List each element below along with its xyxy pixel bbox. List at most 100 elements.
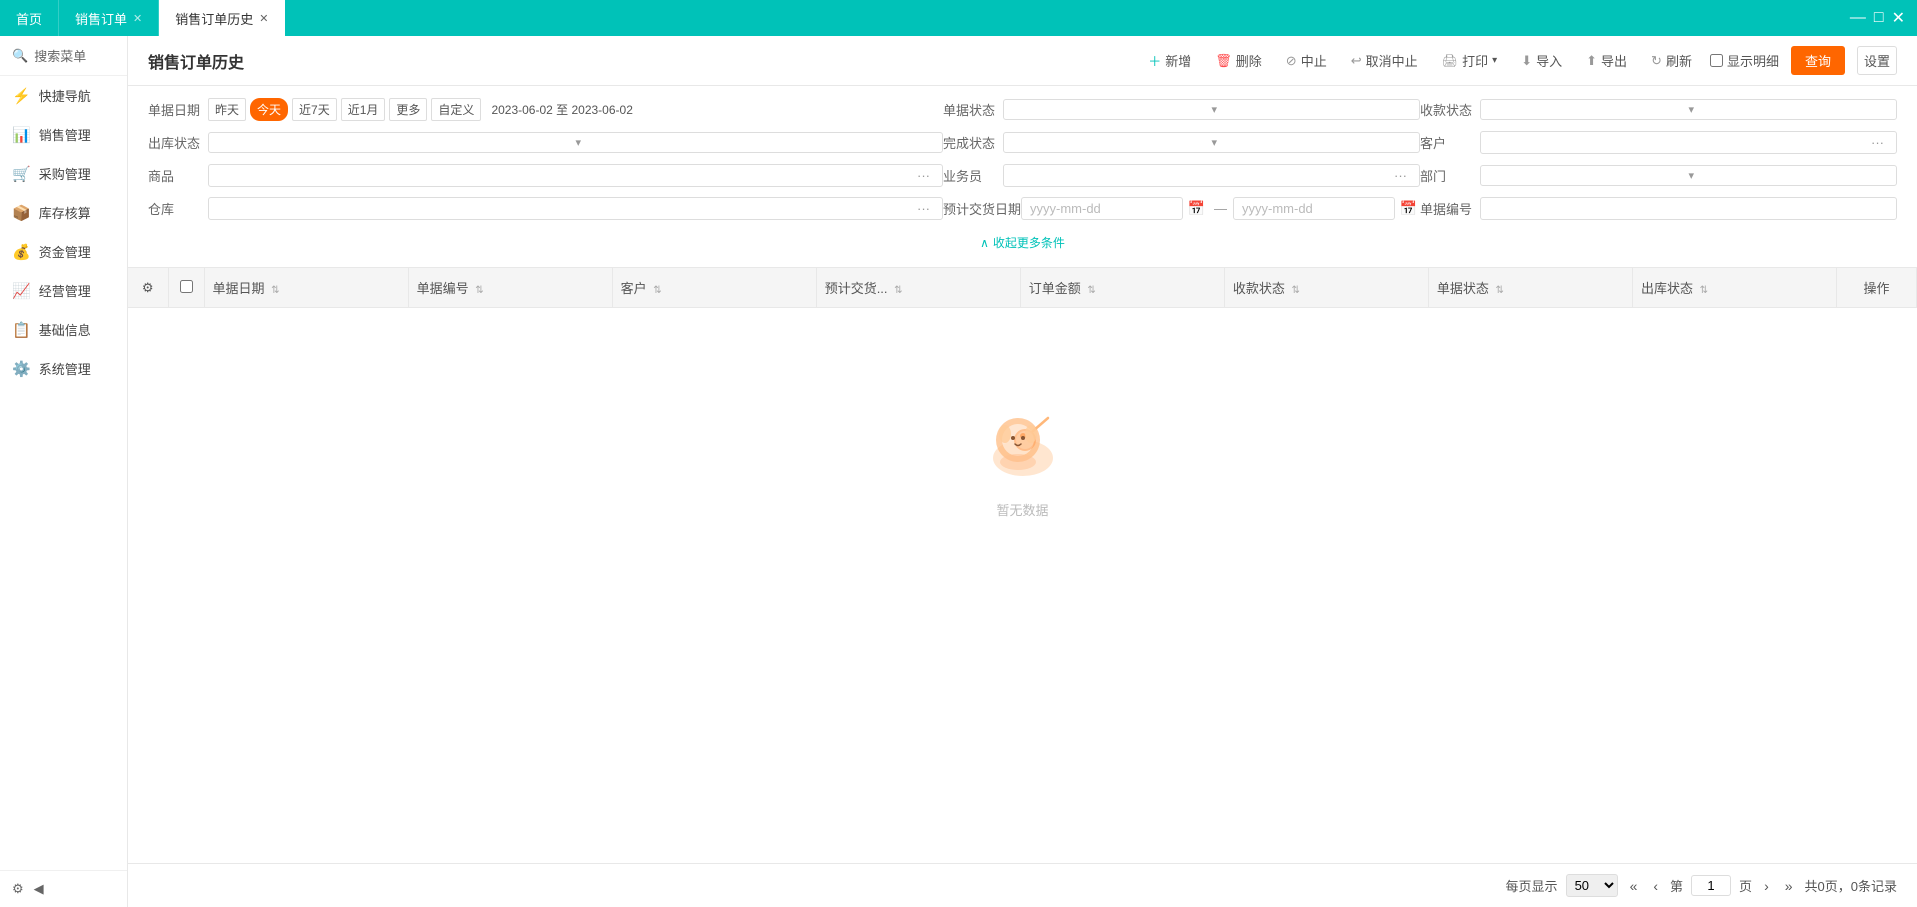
date-btn-yesterday[interactable]: 昨天 <box>208 98 246 121</box>
date-btn-custom[interactable]: 自定义 <box>431 98 481 121</box>
th-out-status[interactable]: 出库状态 ⇅ <box>1632 268 1836 308</box>
display-detail-checkbox[interactable] <box>1710 54 1723 67</box>
sidebar-item-inventory[interactable]: 📦 库存核算 <box>0 193 127 232</box>
staff-more-icon[interactable]: ··· <box>1390 168 1411 183</box>
sidebar-item-basic-info[interactable]: 📋 基础信息 <box>0 310 127 349</box>
date-btn-more[interactable]: 更多 <box>389 98 427 121</box>
th-check[interactable] <box>168 268 204 308</box>
warehouse-more-icon[interactable]: ··· <box>913 201 934 216</box>
add-button[interactable]: ＋ 新增 <box>1142 47 1197 74</box>
filter-pay-status: 收款状态 ▾ <box>1420 99 1897 120</box>
collapse-sidebar-icon[interactable]: ◀ <box>34 881 44 897</box>
goods-more-icon[interactable]: ··· <box>913 168 934 183</box>
goods-input[interactable]: ··· <box>208 164 943 187</box>
date-btn-today[interactable]: 今天 <box>250 98 288 121</box>
sort-pay-status-icon: ⇅ <box>1291 285 1299 296</box>
tab-home[interactable]: 首页 <box>0 0 59 36</box>
settings-icon[interactable]: ⚙ <box>12 881 24 897</box>
th-settings[interactable]: ⚙ <box>128 268 168 308</box>
query-button[interactable]: 查询 <box>1791 46 1845 75</box>
staff-label: 业务员 <box>943 166 1003 185</box>
prev-page-button[interactable]: ‹ <box>1649 876 1662 896</box>
close-icon[interactable]: ✕ <box>259 12 268 25</box>
date-btn-7days[interactable]: 近7天 <box>292 98 337 121</box>
settings-button[interactable]: 设置 <box>1857 46 1897 75</box>
calendar-from-icon[interactable]: 📅 <box>1188 200 1205 217</box>
th-no[interactable]: 单据编号 ⇅ <box>408 268 612 308</box>
sidebar-item-sales-mgmt[interactable]: 📊 销售管理 <box>0 115 127 154</box>
th-doc-status[interactable]: 单据状态 ⇅ <box>1428 268 1632 308</box>
date-filter-label: 单据日期 <box>148 100 208 119</box>
sidebar-item-operations[interactable]: 📈 经营管理 <box>0 271 127 310</box>
calendar-to-icon[interactable]: 📅 <box>1400 200 1417 217</box>
table-settings-icon[interactable]: ⚙ <box>142 280 154 295</box>
staff-field[interactable] <box>1012 168 1390 183</box>
sidebar-item-sys-mgmt[interactable]: ⚙️ 系统管理 <box>0 349 127 388</box>
sidebar-footer: ⚙ ◀ <box>0 870 127 907</box>
stop-button[interactable]: ⊘ 中止 <box>1280 47 1333 74</box>
customer-input[interactable]: ··· <box>1480 131 1897 154</box>
page-size-select[interactable]: 10 20 50 100 <box>1566 874 1618 897</box>
th-delivery-label: 预计交货... <box>825 281 888 296</box>
select-all-checkbox[interactable] <box>180 280 193 293</box>
complete-status-arrow: ▾ <box>1212 136 1412 149</box>
date-btn-1month[interactable]: 近1月 <box>341 98 386 121</box>
next-page-button[interactable]: › <box>1760 876 1773 896</box>
th-amount[interactable]: 订单金额 ⇅ <box>1020 268 1224 308</box>
doc-status-select[interactable]: ▾ <box>1003 99 1420 120</box>
tab-sales-order[interactable]: 销售订单 ✕ <box>59 0 159 36</box>
filter-dept: 部门 ▾ <box>1420 165 1897 186</box>
minimize-button[interactable]: — <box>1850 9 1866 27</box>
out-status-select[interactable]: ▾ <box>208 132 943 153</box>
sort-out-status-icon: ⇅ <box>1700 285 1708 296</box>
close-icon[interactable]: ✕ <box>133 12 142 25</box>
customer-more-icon[interactable]: ··· <box>1867 135 1888 150</box>
delivery-date-to[interactable] <box>1233 197 1395 220</box>
staff-input[interactable]: ··· <box>1003 164 1420 187</box>
collapse-button[interactable]: ∧ 收起更多条件 <box>148 230 1897 255</box>
delete-button[interactable]: 🗑 删除 <box>1209 47 1268 74</box>
complete-status-label: 完成状态 <box>943 133 1003 152</box>
complete-status-select[interactable]: ▾ <box>1003 132 1420 153</box>
goods-field[interactable] <box>217 168 913 183</box>
pay-status-select[interactable]: ▾ <box>1480 99 1897 120</box>
th-op-label: 操作 <box>1863 281 1889 296</box>
sidebar-item-quick-nav[interactable]: ⚡ 快捷导航 <box>0 76 127 115</box>
import-button[interactable]: ⬇ 导入 <box>1515 47 1568 74</box>
warehouse-input[interactable]: ··· <box>208 197 943 220</box>
last-page-button[interactable]: » <box>1781 876 1797 896</box>
customer-field[interactable] <box>1489 135 1867 150</box>
sidebar-item-sales-mgmt-label: 销售管理 <box>39 125 91 144</box>
tab-sales-order-history[interactable]: 销售订单历史 ✕ <box>159 0 285 36</box>
delivery-date-to-field[interactable] <box>1242 201 1386 216</box>
maximize-button[interactable]: □ <box>1874 9 1884 27</box>
th-delivery[interactable]: 预计交货... ⇅ <box>816 268 1020 308</box>
window-close-button[interactable]: ✕ <box>1892 8 1905 28</box>
warehouse-field[interactable] <box>217 201 913 216</box>
th-date[interactable]: 单据日期 ⇅ <box>204 268 408 308</box>
order-no-field[interactable] <box>1489 201 1888 216</box>
export-icon: ⬆ <box>1586 53 1597 69</box>
first-page-button[interactable]: « <box>1626 876 1642 896</box>
sidebar-search[interactable]: 🔍 搜索菜单 <box>0 36 127 76</box>
pagination: 每页显示 10 20 50 100 « ‹ 第 页 › » 共0页，0条记录 <box>128 863 1917 907</box>
filter-row-3: 商品 ··· 业务员 ··· 部门 <box>148 164 1897 187</box>
dept-select[interactable]: ▾ <box>1480 165 1897 186</box>
order-no-input[interactable] <box>1480 197 1897 220</box>
sidebar-item-purchase-mgmt[interactable]: 🛒 采购管理 <box>0 154 127 193</box>
th-pay-status[interactable]: 收款状态 ⇅ <box>1224 268 1428 308</box>
cancel-stop-button[interactable]: ↩ 取消中止 <box>1345 47 1424 74</box>
sidebar-item-finance[interactable]: 💰 资金管理 <box>0 232 127 271</box>
stop-label: 中止 <box>1301 51 1327 70</box>
delivery-date-from[interactable] <box>1021 197 1183 220</box>
current-page-input[interactable] <box>1691 875 1731 896</box>
print-button[interactable]: 🖨 打印 ▾ <box>1436 47 1504 74</box>
cancel-stop-label: 取消中止 <box>1366 51 1418 70</box>
refresh-button[interactable]: ↻ 刷新 <box>1645 47 1698 74</box>
delivery-date-from-field[interactable] <box>1030 201 1174 216</box>
dept-label: 部门 <box>1420 166 1480 185</box>
th-customer[interactable]: 客户 ⇅ <box>612 268 816 308</box>
filter-order-no: 单据编号 <box>1420 197 1897 220</box>
export-button[interactable]: ⬆ 导出 <box>1580 47 1633 74</box>
display-detail-checkbox-label[interactable]: 显示明细 <box>1710 51 1779 70</box>
